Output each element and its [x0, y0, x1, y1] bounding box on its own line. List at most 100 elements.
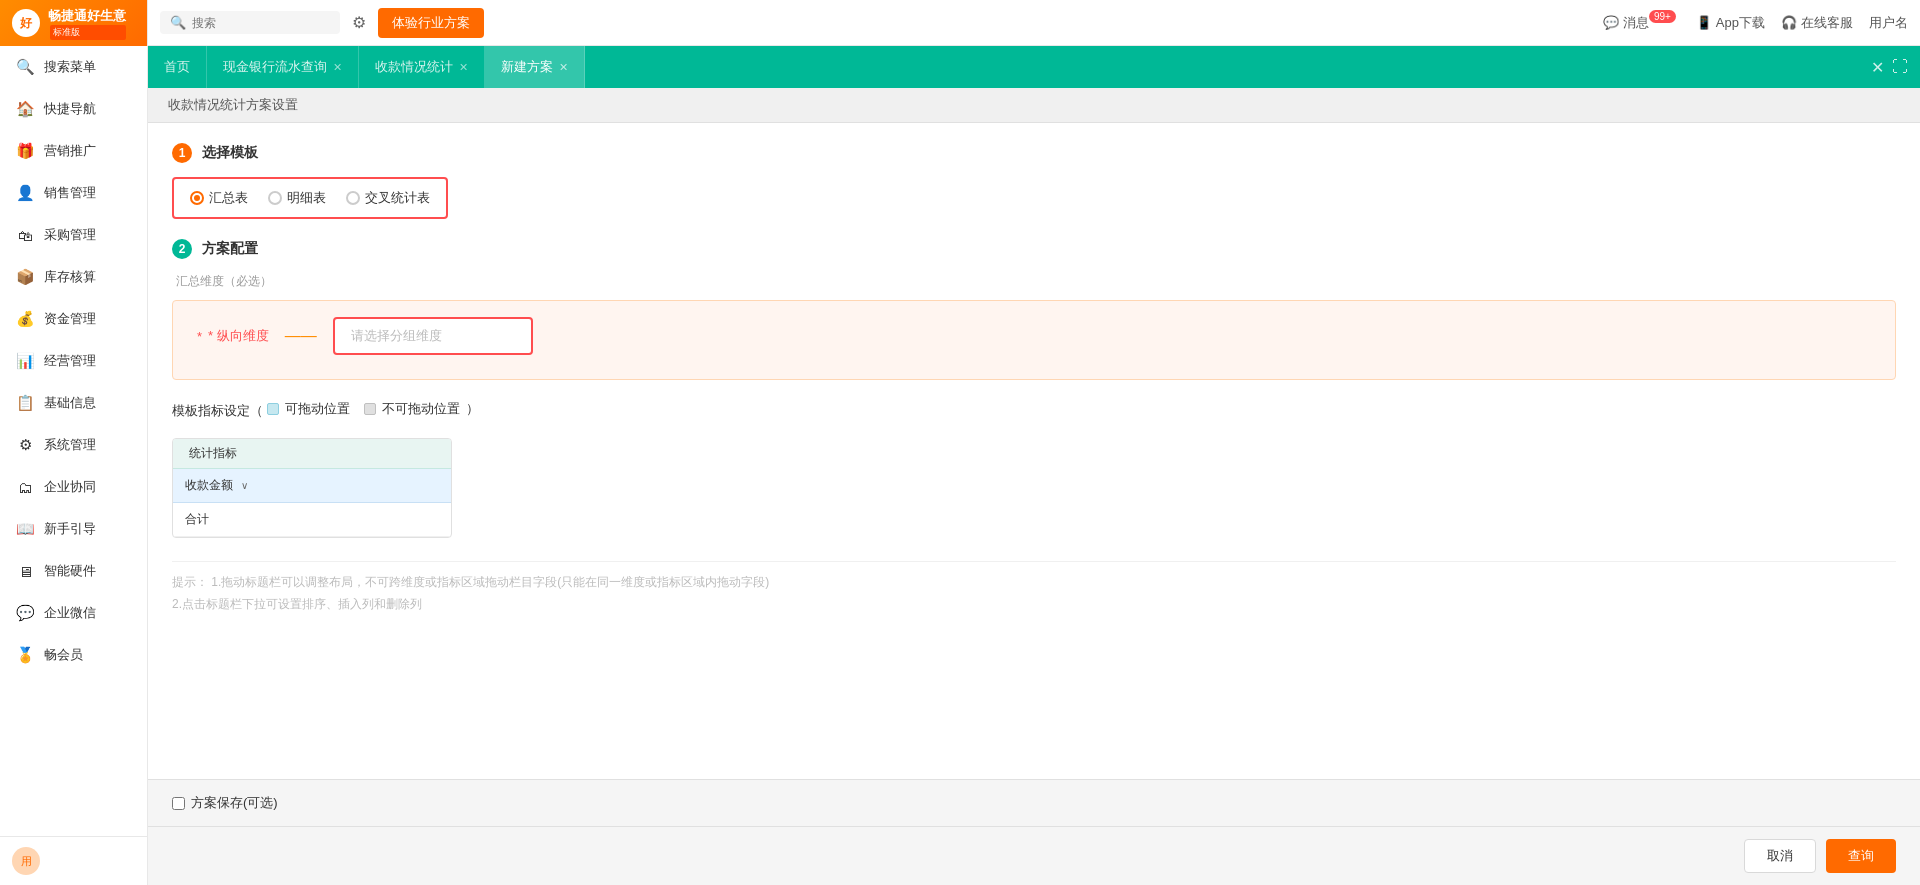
sidebar-item-member[interactable]: 🏅 畅会员 [0, 634, 147, 676]
tips-line1: 提示： 1.拖动标题栏可以调整布局，不可跨维度或指标区域拖动栏目字段(只能在同一… [172, 572, 1896, 594]
query-button[interactable]: 查询 [1826, 839, 1896, 873]
tab-close-icon[interactable]: ✕ [1871, 58, 1884, 77]
sidebar-item-quick-nav[interactable]: 🏠 快捷导航 [0, 88, 147, 130]
dimension-label: 汇总维度（必选） [172, 273, 1896, 290]
content-area: 收款情况统计方案设置 1 选择模板 汇总表 [148, 88, 1920, 826]
step1-section: 1 选择模板 汇总表 明细表 [172, 143, 1896, 219]
logo-text: 畅捷通好生意 [48, 7, 126, 25]
tips-line2: 2.点击标题栏下拉可设置排序、插入列和删除列 [172, 594, 1896, 616]
dimension-input[interactable]: 请选择分组维度 [333, 317, 533, 355]
sidebar-item-enterprise[interactable]: 🗂 企业协同 [0, 466, 147, 508]
step1-header: 1 选择模板 [172, 143, 1896, 163]
radio-detail-dot [268, 191, 282, 205]
stats-header: 统计指标 [173, 439, 451, 469]
sidebar-item-marketing[interactable]: 🎁 营销推广 [0, 130, 147, 172]
sidebar-item-operation[interactable]: 📊 经营管理 [0, 340, 147, 382]
support-button[interactable]: 🎧 在线客服 [1781, 14, 1853, 32]
step1-title: 选择模板 [202, 144, 258, 162]
step1-num: 1 [172, 143, 192, 163]
sidebar-item-funds[interactable]: 💰 资金管理 [0, 298, 147, 340]
indicator-label: 模板指标设定（ 可拖动位置 不可拖动位置 ） [172, 400, 1896, 420]
tab-right-icons: ✕ ⛶ [1871, 58, 1920, 77]
tab-new-plan[interactable]: 新建方案 ✕ [485, 46, 585, 88]
arrow-icon: —— [285, 327, 317, 345]
tab-bank-close[interactable]: ✕ [333, 61, 342, 74]
medal-icon: 🏅 [16, 646, 34, 664]
tab-home[interactable]: 首页 [148, 46, 207, 88]
search-icon: 🔍 [170, 15, 186, 30]
cancel-button[interactable]: 取消 [1744, 839, 1816, 873]
message-badge: 99+ [1649, 10, 1676, 23]
sidebar-item-sales[interactable]: 👤 销售管理 [0, 172, 147, 214]
dimension-section: 汇总维度（必选） * * 纵向维度 —— 请选择分组维度 [172, 273, 1896, 380]
page-body: 1 选择模板 汇总表 明细表 [148, 123, 1920, 779]
tab-expand-icon[interactable]: ⛶ [1892, 58, 1908, 76]
trial-button[interactable]: 体验行业方案 [378, 8, 484, 38]
stats-col-header[interactable]: 收款金额 ∨ [173, 469, 451, 503]
tabbar: 首页 现金银行流水查询 ✕ 收款情况统计 ✕ 新建方案 ✕ ✕ ⛶ [148, 46, 1920, 88]
step2-num: 2 [172, 239, 192, 259]
stats-row-total: 合计 [173, 503, 451, 537]
chart-icon: 📊 [16, 352, 34, 370]
chat-icon: 💬 [16, 604, 34, 622]
sidebar: 好 畅捷通好生意 标准版 🔍 搜索菜单 🏠 快捷导航 🎁 营销推广 👤 销售管理… [0, 0, 148, 885]
page-footer: 方案保存(可选) [148, 779, 1920, 826]
sidebar-item-basic[interactable]: 📋 基础信息 [0, 382, 147, 424]
message-button[interactable]: 💬 消息 99+ [1603, 14, 1680, 32]
fixed-legend-dot [364, 403, 376, 415]
step2-header: 2 方案配置 [172, 239, 1896, 259]
stats-area: 统计指标 收款金额 ∨ 合计 [172, 438, 452, 538]
template-select-box: 汇总表 明细表 交叉统计表 [172, 177, 448, 219]
sidebar-logo: 好 畅捷通好生意 标准版 [0, 0, 147, 46]
search-input[interactable] [192, 16, 312, 30]
movable-legend-dot [267, 403, 279, 415]
sidebar-item-guide[interactable]: 📖 新手引导 [0, 508, 147, 550]
radio-summary-dot [190, 191, 204, 205]
monitor-icon: 🖥 [16, 563, 34, 580]
bottom-bar: 取消 查询 [148, 826, 1920, 885]
page-header: 收款情况统计方案设置 [148, 88, 1920, 123]
clipboard-icon: 📋 [16, 394, 34, 412]
tab-receipt[interactable]: 收款情况统计 ✕ [359, 46, 485, 88]
tips-section: 提示： 1.拖动标题栏可以调整布局，不可跨维度或指标区域拖动栏目字段(只能在同一… [172, 561, 1896, 625]
search-bar[interactable]: 🔍 [160, 11, 340, 34]
user-avatar: 用 [12, 847, 40, 875]
chevron-down-icon: ∨ [241, 480, 248, 491]
radio-detail[interactable]: 明细表 [268, 189, 326, 207]
sidebar-item-system[interactable]: ⚙ 系统管理 [0, 424, 147, 466]
user-button[interactable]: 用户名 [1869, 14, 1908, 32]
settings-icon[interactable]: ⚙ [352, 13, 366, 32]
tab-receipt-close[interactable]: ✕ [459, 61, 468, 74]
indicator-section: 模板指标设定（ 可拖动位置 不可拖动位置 ） 统计指标 [172, 400, 1896, 541]
gift-icon: 🎁 [16, 142, 34, 160]
message-icon: 💬 [1603, 15, 1619, 30]
logo-tag: 标准版 [50, 25, 126, 40]
topbar-right: 💬 消息 99+ 📱 App下载 🎧 在线客服 用户名 [1603, 14, 1908, 32]
step2-section: 2 方案配置 汇总维度（必选） * * 纵向维度 —— [172, 239, 1896, 625]
save-checkbox-label[interactable]: 方案保存(可选) [172, 794, 278, 812]
home-icon: 🏠 [16, 100, 34, 118]
sidebar-item-search-menu[interactable]: 🔍 搜索菜单 [0, 46, 147, 88]
download-button[interactable]: 📱 App下载 [1696, 14, 1765, 32]
support-icon: 🎧 [1781, 15, 1797, 30]
vertical-dimension-label: * * 纵向维度 [197, 327, 269, 345]
sidebar-item-purchase[interactable]: 🛍 采购管理 [0, 214, 147, 256]
radio-cross[interactable]: 交叉统计表 [346, 189, 430, 207]
sidebar-bottom: 用 [0, 836, 147, 885]
search-menu-icon: 🔍 [16, 58, 34, 76]
tab-bank[interactable]: 现金银行流水查询 ✕ [207, 46, 359, 88]
topbar: 🔍 ⚙ 体验行业方案 💬 消息 99+ 📱 App下载 🎧 在线客服 用户名 [148, 0, 1920, 46]
save-checkbox[interactable] [172, 797, 185, 810]
tab-new-plan-close[interactable]: ✕ [559, 61, 568, 74]
sidebar-item-inventory[interactable]: 📦 库存核算 [0, 256, 147, 298]
sidebar-item-hardware[interactable]: 🖥 智能硬件 [0, 550, 147, 592]
box-icon: 📦 [16, 268, 34, 286]
shopping-icon: 🛍 [16, 227, 34, 244]
step2-title: 方案配置 [202, 240, 258, 258]
logo-icon: 好 [12, 9, 40, 37]
dimension-row: * * 纵向维度 —— 请选择分组维度 [197, 317, 1871, 355]
radio-summary[interactable]: 汇总表 [190, 189, 248, 207]
sidebar-item-wechat[interactable]: 💬 企业微信 [0, 592, 147, 634]
user-icon: 👤 [16, 184, 34, 202]
dimension-box: * * 纵向维度 —— 请选择分组维度 [172, 300, 1896, 380]
